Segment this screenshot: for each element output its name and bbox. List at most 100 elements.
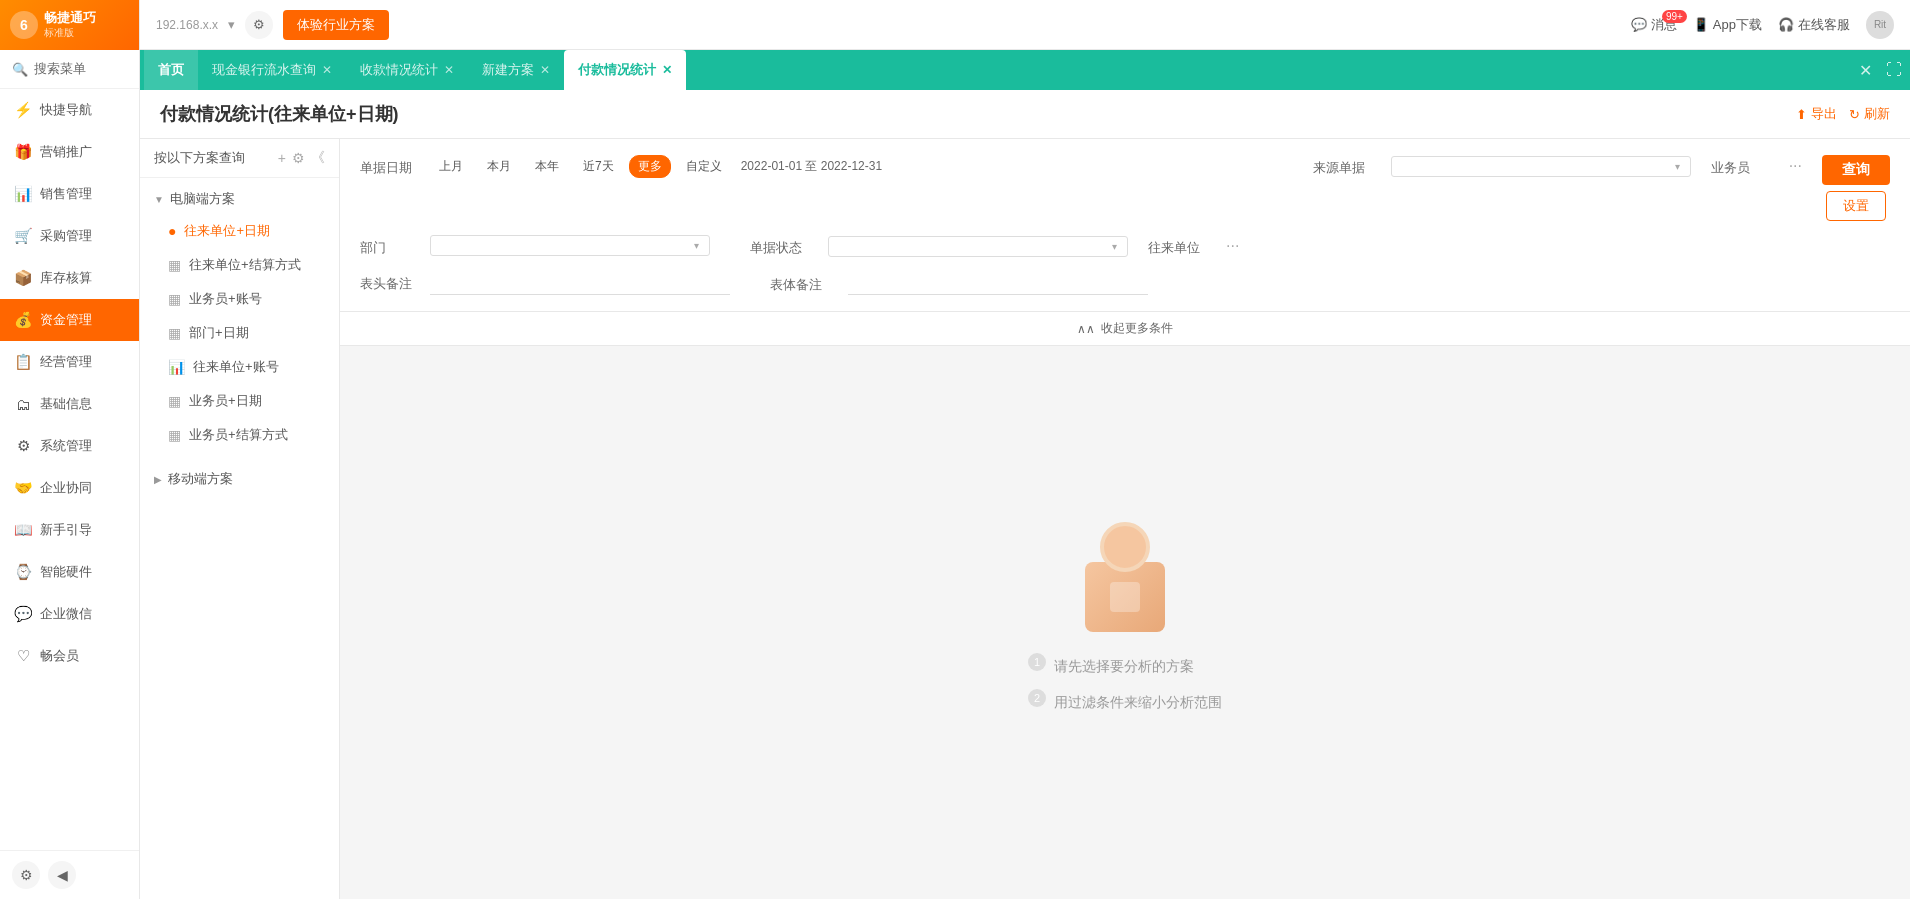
- filter-row-1: 单据日期 上月 本月 本年 近7天 更多 自定义 2022-01-01 至 20…: [360, 155, 1890, 221]
- date-btn-this-month[interactable]: 本月: [478, 155, 520, 178]
- collapse-arrow-icon: ∧∧: [1077, 322, 1095, 336]
- tabbar-expand-btn[interactable]: ⛶: [1882, 57, 1906, 83]
- date-btn-more[interactable]: 更多: [629, 155, 671, 178]
- topbar-user[interactable]: Rit: [1866, 11, 1894, 39]
- scheme-collapse-btn[interactable]: 《: [311, 149, 325, 167]
- collapse-bar[interactable]: ∧∧ 收起更多条件: [340, 312, 1910, 346]
- tab-new-scheme[interactable]: 新建方案 ✕: [468, 50, 564, 90]
- weixin-icon: 💬: [14, 605, 32, 623]
- counterparty-group: 往来单位 ···: [1148, 235, 1239, 257]
- scheme-item-counterparty-settle[interactable]: ▦ 往来单位+结算方式: [140, 248, 339, 282]
- sidebar-item-member[interactable]: ♡ 畅会员: [0, 635, 139, 677]
- tab-receivable[interactable]: 收款情况统计 ✕: [346, 50, 468, 90]
- tab-home[interactable]: 首页: [144, 50, 198, 90]
- sidebar-item-purchase[interactable]: 🛒 采购管理: [0, 215, 139, 257]
- topbar-msg-btn[interactable]: 💬 消息 99+: [1631, 16, 1677, 34]
- sidebar-item-weixin[interactable]: 💬 企业微信: [0, 593, 139, 635]
- export-btn[interactable]: ⬆ 导出: [1796, 105, 1837, 123]
- sidebar: 6 畅捷通巧 标准版 🔍 搜索菜单 ⚡ 快捷导航 🎁 营销推广 📊 销售管理 🛒…: [0, 0, 140, 899]
- date-btn-last-month[interactable]: 上月: [430, 155, 472, 178]
- guide-icon: 📖: [14, 521, 32, 539]
- note-body-input[interactable]: [848, 271, 1148, 295]
- scheme-item-counterparty-account[interactable]: 📊 往来单位+账号: [140, 350, 339, 384]
- scheme-item-salesman-date[interactable]: ▦ 业务员+日期: [140, 384, 339, 418]
- date-btn-7days[interactable]: 近7天: [574, 155, 623, 178]
- purchase-icon: 🛒: [14, 227, 32, 245]
- scheme-item-dept-date[interactable]: ▦ 部门+日期: [140, 316, 339, 350]
- dept-select[interactable]: ▾: [430, 235, 710, 256]
- tab-close-bank-flow[interactable]: ✕: [322, 64, 332, 76]
- tab-payment[interactable]: 付款情况统计 ✕: [564, 50, 686, 90]
- tab-bank-flow[interactable]: 现金银行流水查询 ✕: [198, 50, 346, 90]
- dept-label: 部门: [360, 235, 430, 257]
- sidebar-item-operation[interactable]: 📋 经营管理: [0, 341, 139, 383]
- filter-area: 单据日期 上月 本月 本年 近7天 更多 自定义 2022-01-01 至 20…: [340, 139, 1910, 312]
- topbar-service-btn[interactable]: 🎧 在线客服: [1778, 16, 1850, 34]
- tab-close-receivable[interactable]: ✕: [444, 64, 454, 76]
- footer-collapse-btn[interactable]: ◀: [48, 861, 76, 889]
- inventory-icon: 📦: [14, 269, 32, 287]
- date-btn-this-year[interactable]: 本年: [526, 155, 568, 178]
- date-filter-value: 上月 本月 本年 近7天 更多 自定义 2022-01-01 至 2022-12…: [430, 155, 1273, 178]
- sidebar-item-quick-nav[interactable]: ⚡ 快捷导航: [0, 89, 139, 131]
- empty-step-1-text: 请先选择要分析的方案: [1054, 652, 1194, 680]
- dept-chevron: ▾: [694, 240, 699, 251]
- counterparty-label: 往来单位: [1148, 235, 1218, 257]
- scheme-item-icon-2: ▦: [168, 291, 181, 307]
- topbar-left: 192.168.x.x ▾ ⚙ 体验行业方案: [156, 10, 389, 40]
- sales-icon: 📊: [14, 185, 32, 203]
- scheme-group-pc-title[interactable]: ▼ 电脑端方案: [140, 184, 339, 214]
- topbar-dropdown-btn[interactable]: ▾: [228, 17, 235, 32]
- scheme-settings-btn[interactable]: ⚙: [292, 150, 305, 166]
- counterparty-dots[interactable]: ···: [1226, 237, 1239, 255]
- sidebar-item-hardware[interactable]: ⌚ 智能硬件: [0, 551, 139, 593]
- salesman-dots[interactable]: ···: [1789, 157, 1802, 175]
- system-icon: ⚙: [14, 437, 32, 455]
- sidebar-item-sales[interactable]: 📊 销售管理: [0, 173, 139, 215]
- topbar-settings-btn[interactable]: ⚙: [245, 11, 273, 39]
- collapse-label: 收起更多条件: [1101, 320, 1173, 337]
- settings-btn[interactable]: 设置: [1826, 191, 1886, 221]
- note-header-input[interactable]: [430, 271, 730, 295]
- sidebar-item-inventory[interactable]: 📦 库存核算: [0, 257, 139, 299]
- filter-row-3: 表头备注 表体备注: [360, 271, 1890, 295]
- sidebar-item-marketing[interactable]: 🎁 营销推广: [0, 131, 139, 173]
- footer-settings-btn[interactable]: ⚙: [12, 861, 40, 889]
- quick-nav-icon: ⚡: [14, 101, 32, 119]
- scheme-item-icon-3: ▦: [168, 325, 181, 341]
- refresh-icon: ↻: [1849, 107, 1860, 122]
- tab-close-new-scheme[interactable]: ✕: [540, 64, 550, 76]
- voucher-status-select[interactable]: ▾: [828, 236, 1128, 257]
- sidebar-item-guide[interactable]: 📖 新手引导: [0, 509, 139, 551]
- scheme-add-btn[interactable]: +: [278, 150, 286, 166]
- date-range-display: 2022-01-01 至 2022-12-31: [741, 158, 882, 175]
- scheme-item-icon-5: ▦: [168, 393, 181, 409]
- scheme-group-mobile-title[interactable]: ▶ 移动端方案: [140, 464, 339, 494]
- sidebar-item-basic[interactable]: 🗂 基础信息: [0, 383, 139, 425]
- tab-close-payment[interactable]: ✕: [662, 64, 672, 76]
- logo-text: 畅捷通巧 标准版: [44, 10, 96, 40]
- sidebar-item-system[interactable]: ⚙ 系统管理: [0, 425, 139, 467]
- trial-btn[interactable]: 体验行业方案: [283, 10, 389, 40]
- scheme-item-salesman-account[interactable]: ▦ 业务员+账号: [140, 282, 339, 316]
- query-btn[interactable]: 查询: [1822, 155, 1890, 185]
- topbar-address: 192.168.x.x: [156, 18, 218, 32]
- date-btn-custom[interactable]: 自定义: [677, 155, 731, 178]
- tabbar-close-btn[interactable]: ✕: [1855, 57, 1876, 84]
- search-menu[interactable]: 🔍 搜索菜单: [0, 50, 139, 89]
- refresh-btn[interactable]: ↻ 刷新: [1849, 105, 1890, 123]
- empty-step-2: 2 用过滤条件来缩小分析范围: [1028, 688, 1222, 716]
- source-label: 来源单据: [1313, 155, 1383, 177]
- topbar-app-btn[interactable]: 📱 App下载: [1693, 16, 1762, 34]
- sidebar-item-enterprise[interactable]: 🤝 企业协同: [0, 467, 139, 509]
- sidebar-item-fund[interactable]: 💰 资金管理: [0, 299, 139, 341]
- source-select[interactable]: ▾: [1391, 156, 1691, 177]
- empty-state: 1 请先选择要分析的方案 2 用过滤条件来缩小分析范围: [988, 346, 1262, 899]
- scheme-item-icon-4: 📊: [168, 359, 185, 375]
- page: 付款情况统计(往来单位+日期) ⬆ 导出 ↻ 刷新 按以下方案查询 +: [140, 90, 1910, 899]
- scheme-item-salesman-settle[interactable]: ▦ 业务员+结算方式: [140, 418, 339, 452]
- scheme-header: 按以下方案查询 + ⚙ 《: [140, 139, 339, 178]
- empty-box-body: [1085, 562, 1165, 632]
- action-btn-group: 查询 设置: [1822, 155, 1890, 221]
- scheme-item-counterparty-date[interactable]: ● 往来单位+日期: [140, 214, 339, 248]
